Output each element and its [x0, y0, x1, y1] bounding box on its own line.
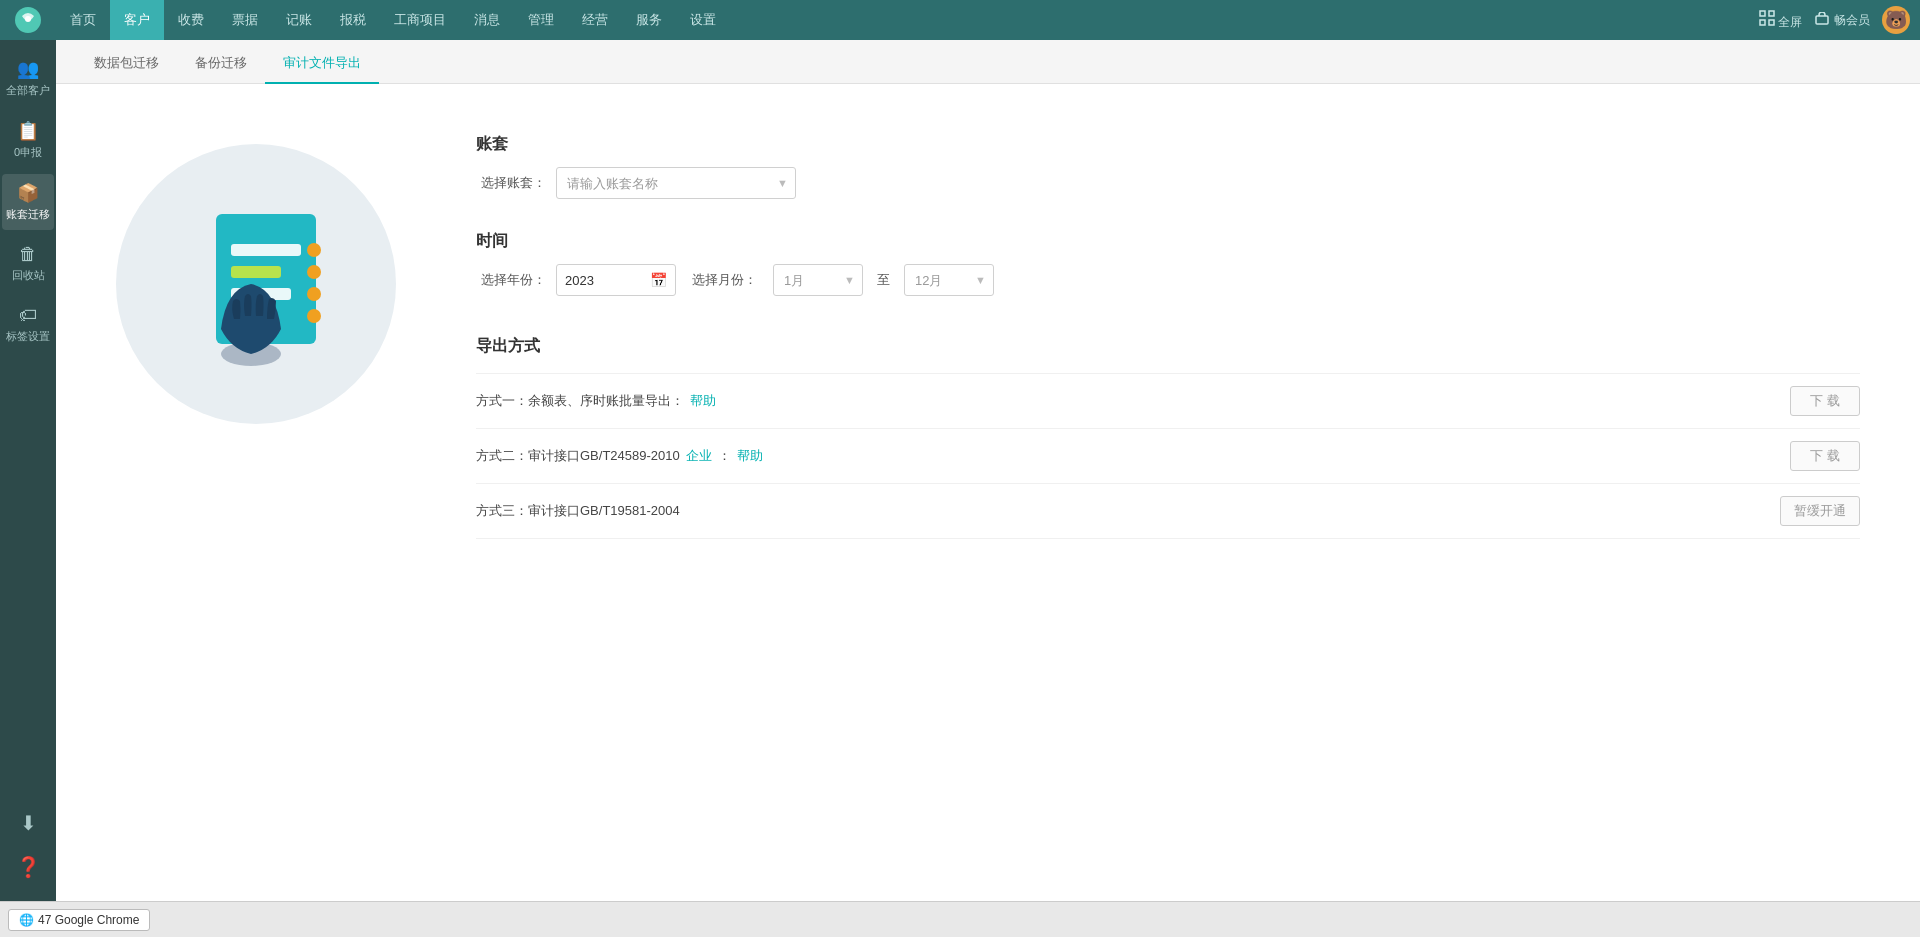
export-method-1-label: 方式一：余额表、序时账批量导出： — [476, 392, 684, 410]
nav-client[interactable]: 客户 — [110, 0, 164, 40]
start-month-select[interactable]: 1月2月3月 4月5月6月 7月8月9月 10月11月12月 — [773, 264, 863, 296]
svg-rect-8 — [231, 244, 301, 256]
svg-rect-6 — [1816, 16, 1828, 24]
nav-right-area: 全屏 畅会员 🐻 — [1759, 6, 1910, 34]
nav-fee[interactable]: 收费 — [164, 0, 218, 40]
nav-operation[interactable]: 经营 — [568, 0, 622, 40]
nav-invoice[interactable]: 票据 — [218, 0, 272, 40]
top-navigation: 首页 客户 收费 票据 记账 报税 工商项目 消息 管理 经营 服务 设置 全屏… — [0, 0, 1920, 40]
nav-settings[interactable]: 设置 — [676, 0, 730, 40]
tab-backup-migrate[interactable]: 备份迁移 — [177, 44, 265, 84]
form-area: 账套 选择账套： 请输入账套名称 ▼ 时间 — [476, 124, 1860, 539]
tab-audit-export[interactable]: 审计文件导出 — [265, 44, 379, 84]
calendar-icon: 📅 — [650, 272, 667, 288]
svg-rect-3 — [1769, 11, 1774, 16]
tabs-bar: 数据包迁移 备份迁移 审计文件导出 — [56, 40, 1920, 84]
nav-message[interactable]: 消息 — [460, 0, 514, 40]
year-input[interactable]: 2023 📅 — [556, 264, 676, 296]
sidebar: 👥 全部客户 📋 0申报 📦 账套迁移 🗑 回收站 🏷 标签设置 ⬇ ❓ — [0, 40, 56, 901]
export-method-2-desc: 方式二：审计接口GB/T24589-2010 企业 ： 帮助 — [476, 447, 763, 465]
nav-bookkeeping[interactable]: 记账 — [272, 0, 326, 40]
nav-menu: 首页 客户 收费 票据 记账 报税 工商项目 消息 管理 经营 服务 设置 — [56, 0, 1759, 40]
export-method-2-help[interactable]: 帮助 — [737, 447, 763, 465]
main-layout: 👥 全部客户 📋 0申报 📦 账套迁移 🗑 回收站 🏷 标签设置 ⬇ ❓ 数据包… — [0, 40, 1920, 901]
to-label: 至 — [873, 271, 894, 289]
member-button[interactable]: 畅会员 — [1814, 12, 1870, 29]
tab-data-migrate[interactable]: 数据包迁移 — [76, 44, 177, 84]
export-method-2: 方式二：审计接口GB/T24589-2010 企业 ： 帮助 下 载 — [476, 428, 1860, 483]
content-area: 数据包迁移 备份迁移 审计文件导出 — [56, 40, 1920, 901]
time-row: 选择年份： 2023 📅 选择月份： 1月2月3月 4月5月6月 7月8月9月 … — [476, 264, 1860, 296]
svg-point-15 — [307, 309, 321, 323]
export-method-2-label: 方式二：审计接口GB/T24589-2010 — [476, 447, 680, 465]
sidebar-item-zero-declare[interactable]: 📋 0申报 — [2, 112, 54, 168]
export-method-2-download-button[interactable]: 下 载 — [1790, 441, 1860, 471]
svg-point-14 — [307, 287, 321, 301]
export-method-1: 方式一：余额表、序时账批量导出： 帮助 下 载 — [476, 373, 1860, 428]
nav-manage[interactable]: 管理 — [514, 0, 568, 40]
sidebar-bottom: ⬇ ❓ — [10, 805, 47, 901]
sidebar-help-icon[interactable]: ❓ — [10, 849, 47, 885]
sidebar-item-recycle[interactable]: 🗑 回收站 — [2, 236, 54, 291]
sidebar-item-all-clients[interactable]: 👥 全部客户 — [2, 50, 54, 106]
export-method-3-label: 方式三：审计接口GB/T19581-2004 — [476, 502, 680, 520]
app-logo — [10, 2, 46, 38]
illustration-circle — [116, 144, 396, 424]
svg-rect-2 — [1760, 11, 1765, 16]
nav-service[interactable]: 服务 — [622, 0, 676, 40]
svg-point-12 — [307, 243, 321, 257]
export-method-2-company[interactable]: 企业 — [686, 447, 712, 465]
page-content: 账套 选择账套： 请输入账套名称 ▼ 时间 — [56, 84, 1920, 901]
account-select[interactable]: 请输入账套名称 — [556, 167, 796, 199]
account-select-label: 选择账套： — [476, 174, 546, 192]
year-label: 选择年份： — [476, 271, 546, 289]
sidebar-item-account-migrate[interactable]: 📦 账套迁移 — [2, 174, 54, 230]
taskbar-chrome-label: 47 Google Chrome — [38, 913, 139, 927]
end-month-wrapper: 1月2月3月 4月5月6月 7月8月9月 10月11月12月 ▼ — [904, 264, 994, 296]
svg-rect-5 — [1769, 20, 1774, 25]
svg-rect-4 — [1760, 20, 1765, 25]
recycle-icon: 🗑 — [19, 244, 37, 265]
export-method-1-desc: 方式一：余额表、序时账批量导出： 帮助 — [476, 392, 716, 410]
svg-rect-9 — [231, 266, 281, 278]
export-method-3-desc: 方式三：审计接口GB/T19581-2004 — [476, 502, 680, 520]
start-month-wrapper: 1月2月3月 4月5月6月 7月8月9月 10月11月12月 ▼ — [773, 264, 863, 296]
tag-settings-icon: 🏷 — [19, 305, 37, 326]
taskbar: 🌐 47 Google Chrome — [0, 901, 1920, 937]
time-section: 时间 选择年份： 2023 📅 选择月份： 1月2月3月 4月5月6月 — [476, 231, 1860, 304]
sidebar-download-icon[interactable]: ⬇ — [14, 805, 43, 841]
nav-home[interactable]: 首页 — [56, 0, 110, 40]
nav-tax[interactable]: 报税 — [326, 0, 380, 40]
nav-business[interactable]: 工商项目 — [380, 0, 460, 40]
svg-point-13 — [307, 265, 321, 279]
account-migrate-icon: 📦 — [17, 182, 39, 204]
zero-declare-icon: 📋 — [17, 120, 39, 142]
account-section-title: 账套 — [476, 134, 1860, 155]
svg-point-1 — [25, 16, 31, 22]
chrome-icon: 🌐 — [19, 913, 34, 927]
fullscreen-button[interactable]: 全屏 — [1759, 10, 1802, 31]
export-section-title: 导出方式 — [476, 336, 1860, 357]
export-method-1-help[interactable]: 帮助 — [690, 392, 716, 410]
taskbar-chrome[interactable]: 🌐 47 Google Chrome — [8, 909, 150, 931]
export-method-1-download-button[interactable]: 下 载 — [1790, 386, 1860, 416]
month-label: 选择月份： — [686, 271, 763, 289]
account-select-row: 选择账套： 请输入账套名称 ▼ — [476, 167, 1860, 199]
end-month-select[interactable]: 1月2月3月 4月5月6月 7月8月9月 10月11月12月 — [904, 264, 994, 296]
account-select-wrapper: 请输入账套名称 ▼ — [556, 167, 796, 199]
export-section: 导出方式 方式一：余额表、序时账批量导出： 帮助 下 载 方式二：审计接口GB/… — [476, 336, 1860, 539]
export-method-3: 方式三：审计接口GB/T19581-2004 暂缓开通 — [476, 483, 1860, 539]
sidebar-item-tag-settings[interactable]: 🏷 标签设置 — [2, 297, 54, 352]
year-value: 2023 — [565, 273, 644, 288]
account-section: 账套 选择账套： 请输入账套名称 ▼ — [476, 134, 1860, 207]
user-avatar[interactable]: 🐻 — [1882, 6, 1910, 34]
all-clients-icon: 👥 — [17, 58, 39, 80]
time-section-title: 时间 — [476, 231, 1860, 252]
illustration-area — [116, 144, 396, 424]
export-method-3-open-button[interactable]: 暂缓开通 — [1780, 496, 1860, 526]
